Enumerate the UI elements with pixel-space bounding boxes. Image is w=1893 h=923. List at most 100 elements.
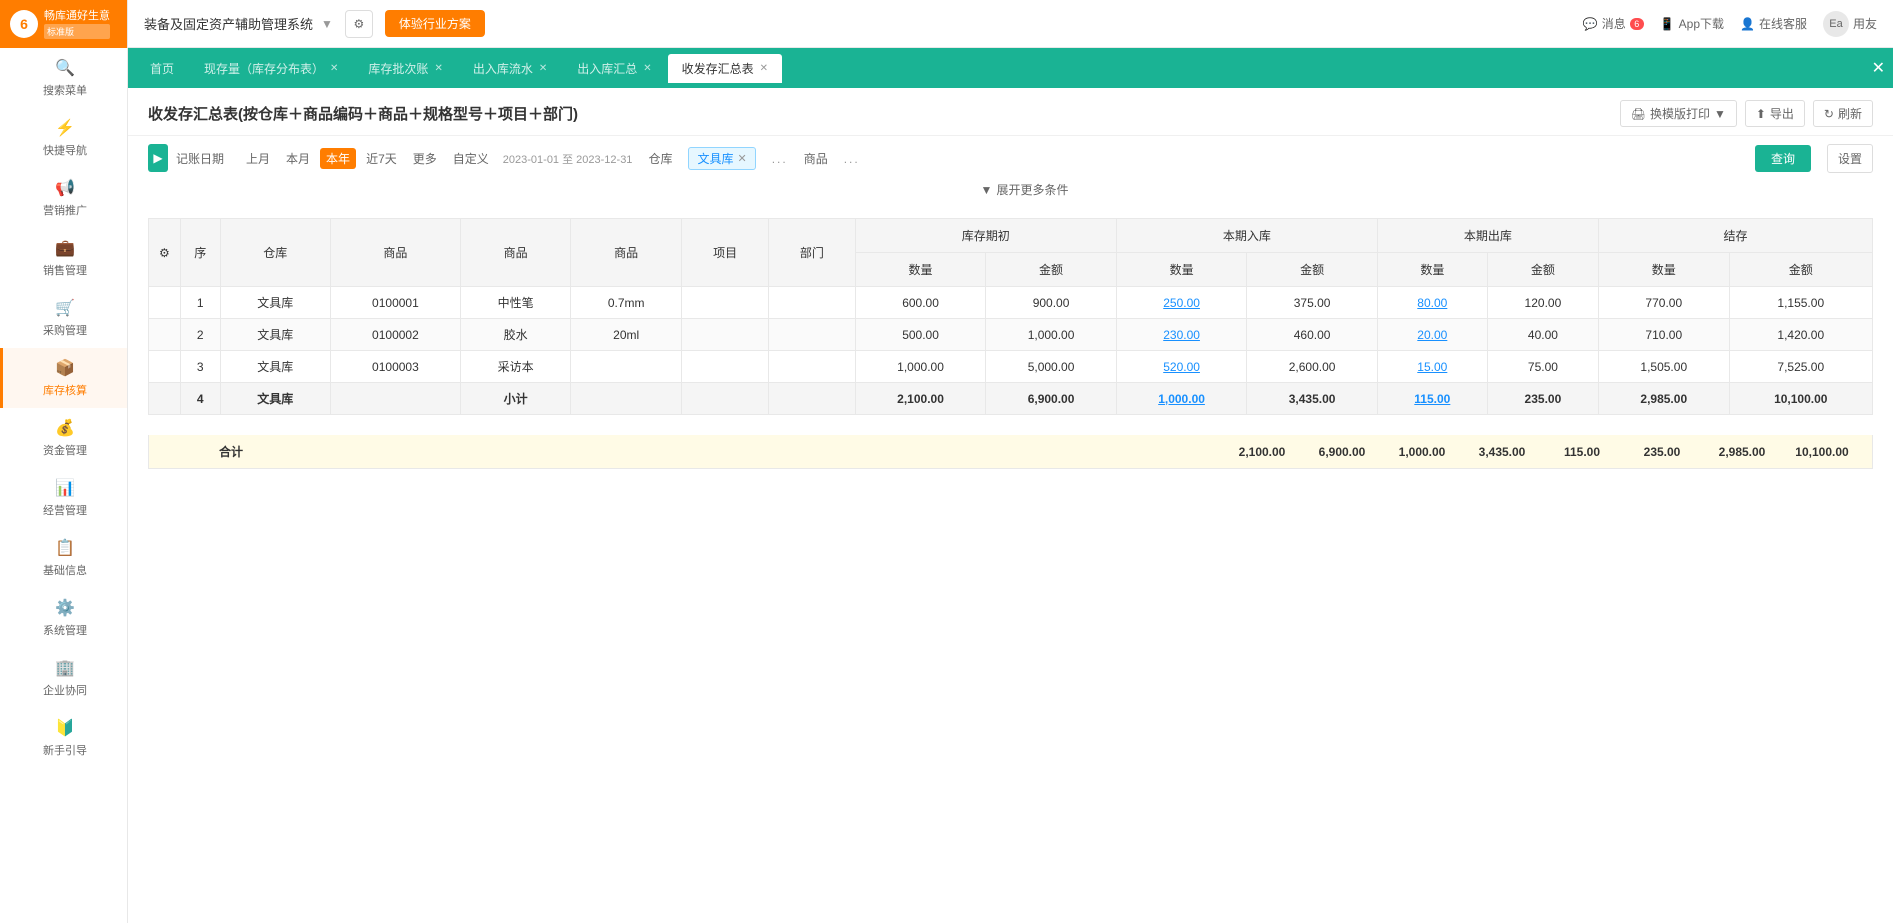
sidebar-item-enterprise[interactable]: 🏢 企业协同 bbox=[0, 648, 127, 708]
tab-inout-flow[interactable]: 出入库流水 ✕ bbox=[459, 54, 561, 83]
footer-in-amt: 3,435.00 bbox=[1462, 445, 1542, 459]
user-action[interactable]: Ea 用友 bbox=[1823, 11, 1877, 37]
footer-label: 合计 bbox=[159, 443, 449, 460]
filter-toggle-arrow[interactable]: ▶ bbox=[148, 144, 168, 172]
table-settings-icon[interactable]: ⚙ bbox=[159, 246, 170, 260]
linked-value[interactable]: 80.00 bbox=[1417, 296, 1447, 310]
filter-grid: 记账日期 上月 本月 本年 近7天 更多 自定义 2023-01-01 至 20… bbox=[176, 144, 1873, 198]
warehouse-tag[interactable]: 文具库 ✕ bbox=[688, 147, 755, 170]
shortcut-7days[interactable]: 近7天 bbox=[360, 148, 403, 169]
tab-close-batch[interactable]: ✕ bbox=[434, 63, 442, 74]
warehouse-tag-close[interactable]: ✕ bbox=[737, 152, 746, 165]
shortcut-custom[interactable]: 自定义 bbox=[447, 148, 495, 169]
sidebar-item-guide[interactable]: 🔰 新手引导 bbox=[0, 708, 127, 768]
service-action[interactable]: 👤 在线客服 bbox=[1740, 15, 1807, 32]
page-title: 收发存汇总表(按仓库＋商品编码＋商品＋规格型号＋项目＋部门) bbox=[148, 103, 578, 124]
linked-value[interactable]: 20.00 bbox=[1417, 328, 1447, 342]
linked-value[interactable]: 520.00 bbox=[1163, 360, 1200, 374]
user-label: 用友 bbox=[1853, 15, 1877, 32]
col-group-in: 本期入库 bbox=[1116, 219, 1377, 253]
goods-more-dots[interactable]: ... bbox=[844, 152, 860, 166]
service-icon: 👤 bbox=[1740, 17, 1755, 31]
col-warehouse-header: 仓库 bbox=[220, 219, 330, 287]
expand-conditions-button[interactable]: ▼ 展开更多条件 bbox=[981, 181, 1069, 198]
settings-button[interactable]: ⚙ bbox=[345, 10, 373, 38]
refresh-button[interactable]: ↻ 刷新 bbox=[1813, 100, 1873, 127]
template-icon: 🖨 bbox=[1631, 107, 1646, 121]
row-settings-cell bbox=[149, 351, 181, 383]
linked-value[interactable]: 115.00 bbox=[1414, 392, 1450, 406]
sidebar-item-inventory[interactable]: 📦 库存核算 bbox=[0, 348, 127, 408]
sales-icon: 💼 bbox=[55, 238, 75, 258]
sidebar-item-purchase[interactable]: 🛒 采购管理 bbox=[0, 288, 127, 348]
tab-close-all-icon[interactable]: ✕ bbox=[1872, 58, 1885, 78]
col-out-amt: 金额 bbox=[1487, 253, 1598, 287]
row-settings-cell bbox=[149, 319, 181, 351]
notification-icon: 💬 bbox=[1583, 17, 1598, 31]
search-icon: 🔍 bbox=[55, 58, 75, 78]
main-content: 装备及固定资产辅助管理系统 ▼ ⚙ 体验行业方案 💬 消息 6 📱 App下载 … bbox=[128, 0, 1893, 923]
tab-batch[interactable]: 库存批次账 ✕ bbox=[354, 54, 456, 83]
linked-value[interactable]: 250.00 bbox=[1163, 296, 1200, 310]
sidebar-nav: 🔍 搜索菜单 ⚡ 快捷导航 📢 营销推广 💼 销售管理 🛒 采购管理 📦 bbox=[0, 48, 127, 923]
col-close-qty: 数量 bbox=[1599, 253, 1730, 287]
tab-inout-summary[interactable]: 出入库汇总 ✕ bbox=[563, 54, 665, 83]
export-button[interactable]: ⬆ 导出 bbox=[1745, 100, 1805, 127]
query-button[interactable]: 查询 bbox=[1755, 145, 1811, 172]
col-open-qty: 数量 bbox=[855, 253, 986, 287]
notification-action[interactable]: 💬 消息 6 bbox=[1583, 15, 1644, 32]
top-bar: 装备及固定资产辅助管理系统 ▼ ⚙ 体验行业方案 💬 消息 6 📱 App下载 … bbox=[128, 0, 1893, 48]
notification-label: 消息 bbox=[1602, 15, 1626, 32]
tab-home[interactable]: 首页 bbox=[136, 54, 188, 83]
shortcut-more[interactable]: 更多 bbox=[407, 148, 443, 169]
sidebar-item-quick[interactable]: ⚡ 快捷导航 bbox=[0, 108, 127, 168]
sidebar-item-system[interactable]: ⚙️ 系统管理 bbox=[0, 588, 127, 648]
quick-icon: ⚡ bbox=[55, 118, 75, 138]
col-close-amt: 金额 bbox=[1729, 253, 1872, 287]
sidebar-label-sales: 销售管理 bbox=[43, 262, 87, 278]
trial-button[interactable]: 体验行业方案 bbox=[385, 10, 485, 37]
row-settings-cell bbox=[149, 287, 181, 319]
tab-close-inout-flow[interactable]: ✕ bbox=[539, 63, 547, 74]
sidebar-item-operation[interactable]: 📊 经营管理 bbox=[0, 468, 127, 528]
linked-value[interactable]: 1,000.00 bbox=[1158, 392, 1205, 406]
warehouse-more-dots[interactable]: ... bbox=[772, 152, 788, 166]
table-container: ⚙ 序 仓库 商品 商品 商品 项目 部门 库存期初 本期入库 本期出库 bbox=[128, 218, 1893, 435]
template-print-button[interactable]: 🖨 换模版打印 ▼ bbox=[1620, 100, 1737, 127]
tab-close-receipt-summary[interactable]: ✕ bbox=[760, 63, 768, 74]
marketing-icon: 📢 bbox=[55, 178, 75, 198]
purchase-icon: 🛒 bbox=[55, 298, 75, 318]
sidebar-item-marketing[interactable]: 📢 营销推广 bbox=[0, 168, 127, 228]
goods-label: 商品 bbox=[804, 150, 828, 167]
sidebar-item-finance[interactable]: 💰 资金管理 bbox=[0, 408, 127, 468]
refresh-icon: ↻ bbox=[1824, 107, 1834, 121]
enterprise-icon: 🏢 bbox=[55, 658, 75, 678]
avatar: Ea bbox=[1823, 11, 1849, 37]
shortcut-last-month[interactable]: 上月 bbox=[240, 148, 276, 169]
tab-receipt-summary[interactable]: 收发存汇总表 ✕ bbox=[668, 54, 782, 83]
settings-filter-button[interactable]: 设置 bbox=[1827, 144, 1873, 173]
tab-close-inventory-dist[interactable]: ✕ bbox=[330, 63, 338, 74]
sidebar-label-enterprise: 企业协同 bbox=[43, 682, 87, 698]
tab-inventory-dist[interactable]: 现存量（库存分布表） ✕ bbox=[190, 54, 352, 83]
col-name-header: 商品 bbox=[461, 219, 571, 287]
shortcut-this-month[interactable]: 本月 bbox=[280, 148, 316, 169]
app-download-action[interactable]: 📱 App下载 bbox=[1660, 15, 1724, 32]
col-spec-header: 商品 bbox=[571, 219, 682, 287]
linked-value[interactable]: 230.00 bbox=[1163, 328, 1200, 342]
sidebar-item-sales[interactable]: 💼 销售管理 bbox=[0, 228, 127, 288]
sidebar-label-purchase: 采购管理 bbox=[43, 322, 87, 338]
inventory-icon: 📦 bbox=[55, 358, 75, 378]
sidebar-item-basic[interactable]: 📋 基础信息 bbox=[0, 528, 127, 588]
finance-icon: 💰 bbox=[55, 418, 75, 438]
shortcut-this-year[interactable]: 本年 bbox=[320, 148, 356, 169]
expand-label: 展开更多条件 bbox=[996, 181, 1068, 198]
col-settings[interactable]: ⚙ bbox=[149, 219, 181, 287]
linked-value[interactable]: 15.00 bbox=[1417, 360, 1447, 374]
col-group-closing: 结存 bbox=[1599, 219, 1873, 253]
export-icon: ⬆ bbox=[1756, 107, 1766, 121]
sidebar: 6 畅库通好生意 标准版 🔍 搜索菜单 ⚡ 快捷导航 📢 营销推广 💼 销售管理 bbox=[0, 0, 128, 923]
page-header: 收发存汇总表(按仓库＋商品编码＋商品＋规格型号＋项目＋部门) 🖨 换模版打印 ▼… bbox=[128, 88, 1893, 136]
sidebar-item-search[interactable]: 🔍 搜索菜单 bbox=[0, 48, 127, 108]
tab-close-inout-summary[interactable]: ✕ bbox=[643, 63, 651, 74]
